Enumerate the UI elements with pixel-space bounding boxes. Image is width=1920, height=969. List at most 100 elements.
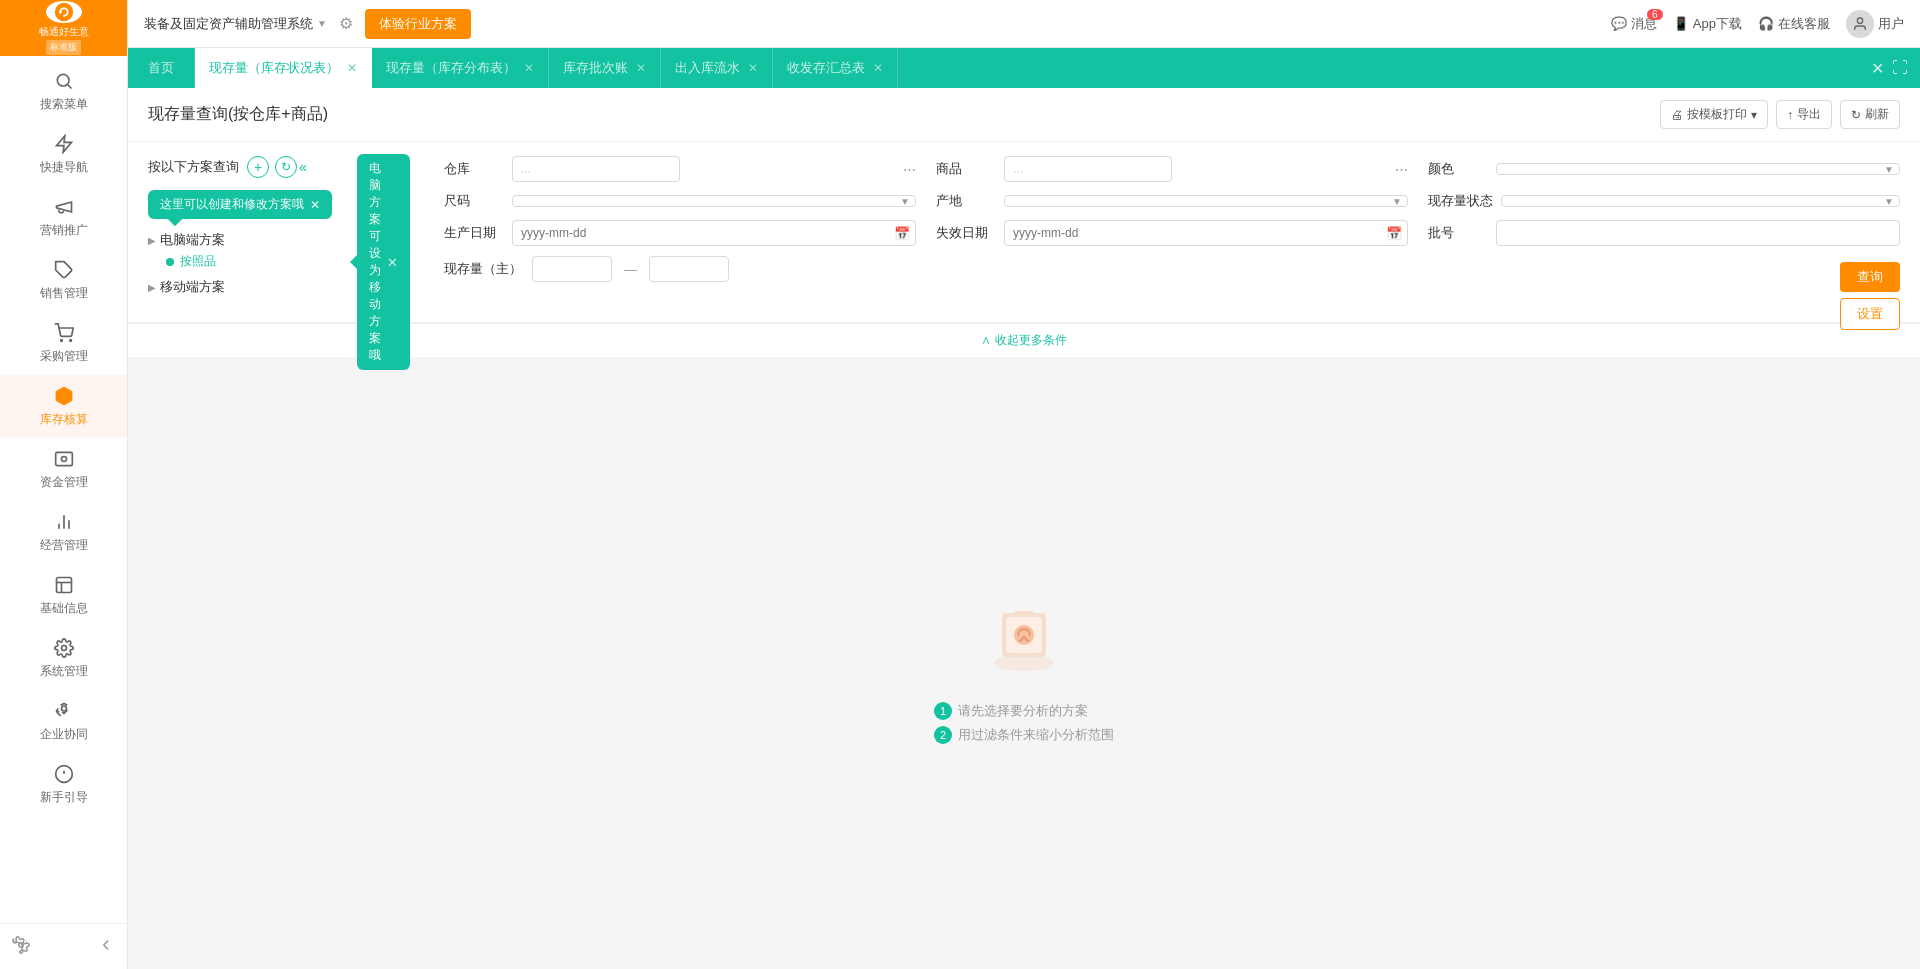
filter-row-size: 尺码 ▼ [444, 192, 916, 210]
sidebar-item-basic[interactable]: 基础信息 [0, 564, 127, 627]
svg-point-15 [61, 646, 66, 651]
sidebar-item-search[interactable]: 搜索菜单 [0, 60, 127, 123]
tab-inout-flow[interactable]: 出入库流水 ✕ [661, 48, 773, 88]
inventory-main-max[interactable] [649, 256, 729, 282]
batch-no-input[interactable] [1496, 220, 1900, 246]
sidebar-item-finance[interactable]: 资金管理 [0, 438, 127, 501]
goods-input[interactable] [1004, 156, 1172, 182]
export-btn[interactable]: ↑ 导出 [1776, 100, 1832, 129]
sidebar-item-purchase[interactable]: 采购管理 [0, 312, 127, 375]
tab-close-all-btn[interactable]: ✕ [1871, 59, 1884, 78]
inventory-range-sep: — [624, 262, 637, 277]
search-btn[interactable]: 查询 [1840, 262, 1900, 292]
tooltip-1-close[interactable]: ✕ [387, 255, 398, 270]
tab-inout-flow-close[interactable]: ✕ [748, 61, 758, 75]
message-btn[interactable]: 💬 消息 6 [1611, 15, 1657, 33]
filter-grid-3: 生产日期 📅 失效日期 📅 [444, 220, 1900, 246]
topbar-right: 💬 消息 6 📱 App下载 🎧 在线客服 用户 [1611, 10, 1904, 38]
sidebar-item-marketing[interactable]: 营销推广 [0, 186, 127, 249]
color-label: 颜色 [1428, 160, 1488, 178]
reset-btn[interactable]: 设置 [1840, 298, 1900, 330]
trial-btn[interactable]: 体验行业方案 [365, 9, 471, 39]
tab-inventory-dist[interactable]: 现存量（库存分布表） ✕ [372, 48, 549, 88]
tab-home[interactable]: 首页 [128, 48, 195, 88]
expiry-date-start-input[interactable] [1004, 220, 1408, 246]
lightning-icon [53, 133, 75, 155]
filter-left-arrow[interactable]: « [299, 159, 307, 175]
expiry-date-calendar-icon[interactable]: 📅 [1386, 226, 1402, 241]
sidebar-item-label: 采购管理 [40, 348, 88, 365]
prod-date-label: 生产日期 [444, 224, 504, 242]
sidebar-item-enterprise[interactable]: 企业协同 [0, 690, 127, 753]
size-select-wrapper: ▼ [512, 195, 916, 207]
tooltip-bubble-2: 这里可以创建和修改方案哦 ✕ [148, 190, 332, 219]
filter-refresh-btn[interactable]: ↻ [275, 156, 297, 178]
tab-maximize-btn[interactable]: ⛶ [1892, 59, 1908, 77]
tab-batch-account-close[interactable]: ✕ [636, 61, 646, 75]
tooltip-text-2: 这里可以创建和修改方案哦 [160, 196, 304, 213]
filter-add-btn[interactable]: + [247, 156, 269, 178]
print-icon: 🖨 [1671, 108, 1683, 122]
tab-receive-summary-label: 收发存汇总表 [787, 59, 865, 77]
inventory-status-select[interactable] [1501, 195, 1900, 207]
sidebar-item-label: 企业协同 [40, 726, 88, 743]
topbar: 装备及固定资产辅助管理系统 ▼ ⚙ 体验行业方案 💬 消息 6 📱 App下载 … [128, 0, 1920, 48]
chart-icon [53, 511, 75, 533]
tab-receive-summary[interactable]: 收发存汇总表 ✕ [773, 48, 898, 88]
size-label: 尺码 [444, 192, 504, 210]
app-download-btn[interactable]: 📱 App下载 [1673, 15, 1742, 33]
sidebar-item-quick-nav[interactable]: 快捷导航 [0, 123, 127, 186]
export-label: 导出 [1797, 106, 1821, 123]
hint-num-1: 1 [934, 702, 952, 720]
warehouse-more-icon[interactable]: ⋯ [903, 162, 916, 177]
tab-inventory-status[interactable]: 现存量（库存状况表） ✕ [195, 48, 372, 88]
tab-batch-account[interactable]: 库存批次账 ✕ [549, 48, 661, 88]
user-btn[interactable]: 用户 [1846, 10, 1904, 38]
sidebar-footer [0, 923, 127, 969]
tooltip-bubble-1: 电脑方案可设为移动方案哦 ✕ [357, 154, 410, 370]
footer-collapse-btn[interactable] [97, 936, 115, 957]
topbar-left: 装备及固定资产辅助管理系统 ▼ ⚙ 体验行业方案 [144, 9, 471, 39]
box-icon [53, 385, 75, 407]
warehouse-label: 仓库 [444, 160, 504, 178]
prod-date-start-input[interactable] [512, 220, 916, 246]
logo-icon [46, 1, 82, 23]
empty-hints: 1 请先选择要分析的方案 2 用过滤条件来缩小分析范围 [934, 702, 1114, 744]
scheme-desktop-arrow: ▶ [148, 235, 156, 246]
size-select-arrow: ▼ [900, 196, 910, 207]
settings-gear-btn[interactable]: ⚙ [339, 14, 353, 33]
collapse-arrow: ∧ [981, 333, 991, 347]
sidebar-item-operations[interactable]: 经营管理 [0, 501, 127, 564]
template-print-btn[interactable]: 🖨 按模板打印 ▾ [1660, 100, 1768, 129]
sidebar-item-system[interactable]: 系统管理 [0, 627, 127, 690]
tooltip-2-close[interactable]: ✕ [310, 198, 320, 212]
inventory-status-label: 现存量状态 [1428, 192, 1493, 210]
tab-inventory-status-close[interactable]: ✕ [347, 61, 357, 75]
refresh-icon: ↻ [1851, 108, 1861, 122]
footer-settings-btn[interactable] [12, 936, 30, 957]
size-select[interactable] [512, 195, 916, 207]
color-select[interactable] [1496, 163, 1900, 175]
prod-date-start-calendar-icon[interactable]: 📅 [894, 226, 910, 241]
sidebar-item-inventory[interactable]: 库存核算 [0, 375, 127, 438]
online-service-btn[interactable]: 🎧 在线客服 [1758, 15, 1830, 33]
goods-input-wrapper [1004, 156, 1387, 182]
inventory-main-min[interactable] [532, 256, 612, 282]
svg-point-19 [1857, 18, 1862, 23]
svg-point-1 [58, 11, 61, 14]
list-icon [53, 574, 75, 596]
system-selector[interactable]: 装备及固定资产辅助管理系统 ▼ [144, 15, 327, 33]
refresh-btn[interactable]: ↻ 刷新 [1840, 100, 1900, 129]
tab-receive-summary-close[interactable]: ✕ [873, 61, 883, 75]
warehouse-input[interactable] [512, 156, 680, 182]
cart-icon [53, 322, 75, 344]
hint-text-1: 请先选择要分析的方案 [958, 702, 1088, 720]
goods-more-icon[interactable]: ⋯ [1395, 162, 1408, 177]
origin-select-arrow: ▼ [1392, 196, 1402, 207]
sidebar-item-guide[interactable]: 新手引导 [0, 753, 127, 816]
sidebar-item-sales[interactable]: 销售管理 [0, 249, 127, 312]
scheme-dot [166, 258, 174, 266]
tab-inventory-dist-close[interactable]: ✕ [524, 61, 534, 75]
origin-select[interactable] [1004, 195, 1408, 207]
search-icon [53, 70, 75, 92]
